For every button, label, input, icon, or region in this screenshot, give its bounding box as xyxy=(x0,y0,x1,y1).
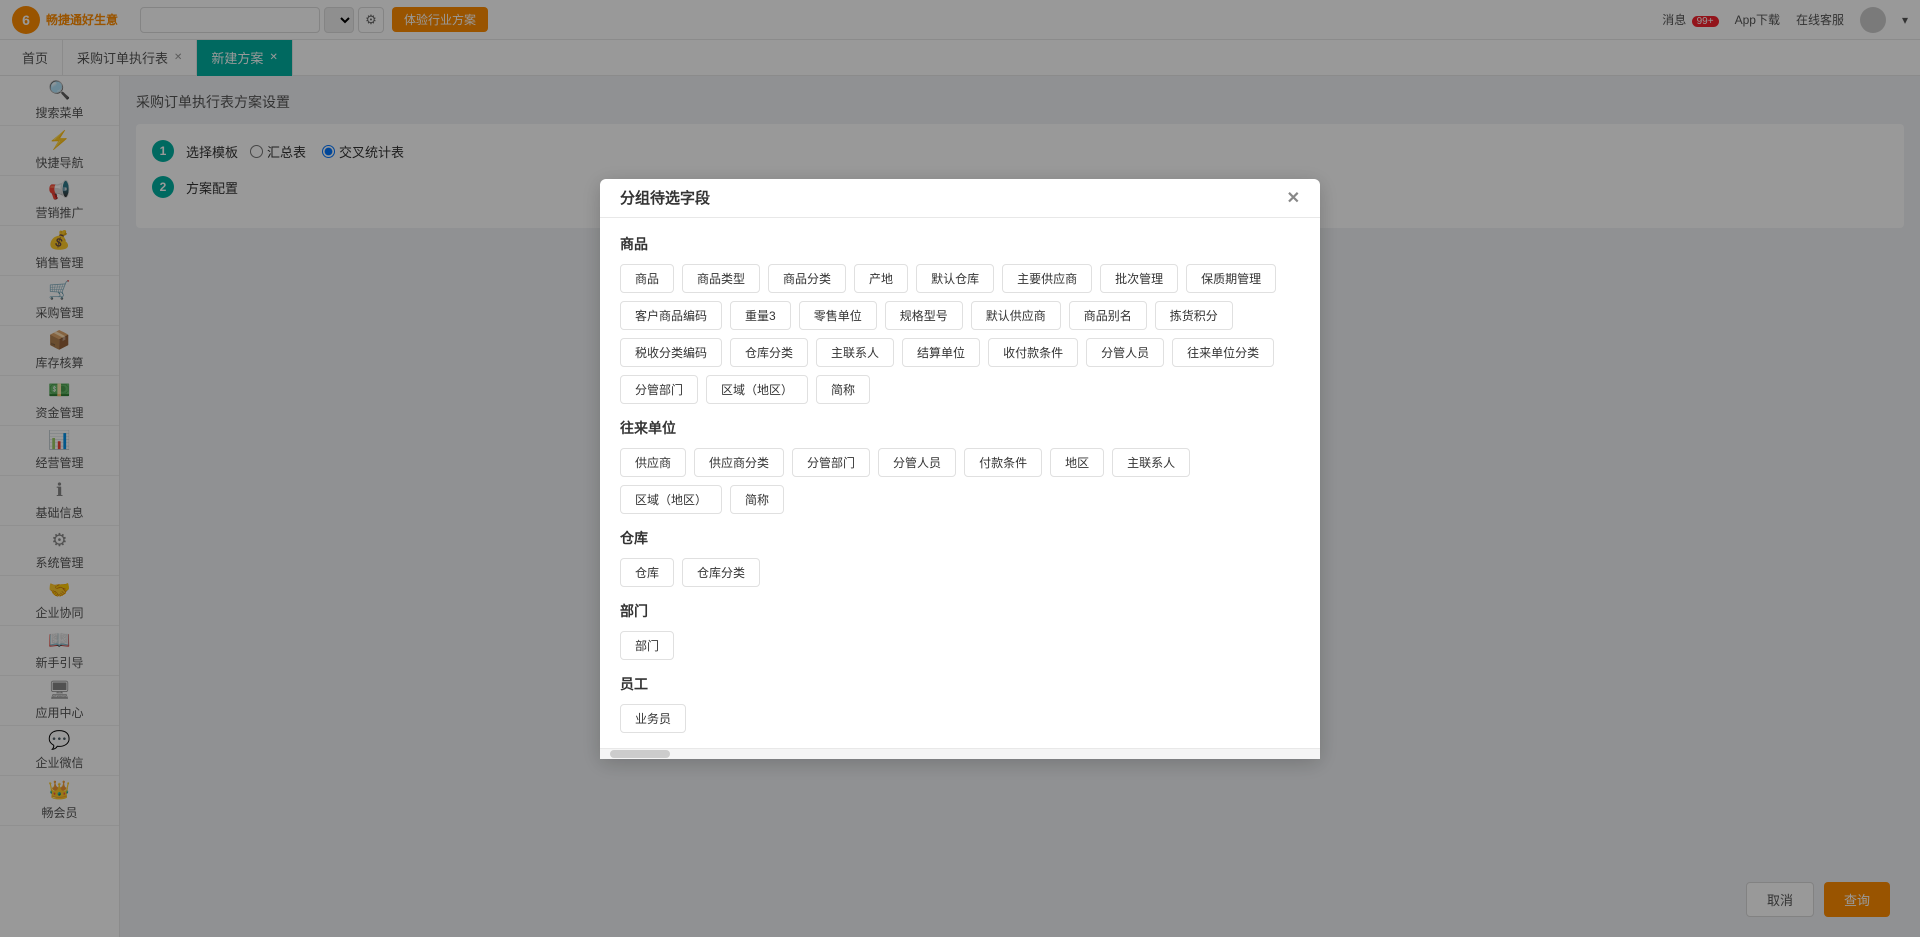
modal-header: 分组待选字段 ✕ xyxy=(600,179,1320,219)
modal-scrollbar-x[interactable] xyxy=(600,748,1320,758)
field-tag-goods-23[interactable]: 区域（地区） xyxy=(706,375,808,404)
modal-close-button[interactable]: ✕ xyxy=(1287,188,1300,208)
field-tag-partner-0[interactable]: 供应商 xyxy=(620,448,686,477)
field-tag-warehouse-0[interactable]: 仓库 xyxy=(620,558,674,587)
field-tag-goods-16[interactable]: 仓库分类 xyxy=(730,338,808,367)
field-tag-goods-0[interactable]: 商品 xyxy=(620,264,674,293)
field-tag-goods-10[interactable]: 零售单位 xyxy=(799,301,877,330)
field-tag-goods-19[interactable]: 收付款条件 xyxy=(988,338,1078,367)
field-tag-partner-6[interactable]: 主联系人 xyxy=(1112,448,1190,477)
field-grid-staff: 业务员 xyxy=(620,704,1300,733)
field-tag-goods-9[interactable]: 重量3 xyxy=(730,301,791,330)
field-select-modal: 分组待选字段 ✕ 商品 商品 商品类型 商品分类 产地 默认仓库 主要供应商 批… xyxy=(600,179,1320,759)
section-title-partner: 往来单位 xyxy=(620,418,1300,438)
field-tag-goods-18[interactable]: 结算单位 xyxy=(902,338,980,367)
field-tag-goods-6[interactable]: 批次管理 xyxy=(1100,264,1178,293)
field-grid-goods: 商品 商品类型 商品分类 产地 默认仓库 主要供应商 批次管理 保质期管理 客户… xyxy=(620,264,1300,404)
field-tag-partner-4[interactable]: 付款条件 xyxy=(964,448,1042,477)
field-grid-partner: 供应商 供应商分类 分管部门 分管人员 付款条件 地区 主联系人 区域（地区） … xyxy=(620,448,1300,514)
field-tag-partner-8[interactable]: 简称 xyxy=(730,485,784,514)
field-tag-partner-3[interactable]: 分管人员 xyxy=(878,448,956,477)
field-tag-partner-1[interactable]: 供应商分类 xyxy=(694,448,784,477)
section-title-goods: 商品 xyxy=(620,234,1300,254)
field-tag-partner-7[interactable]: 区域（地区） xyxy=(620,485,722,514)
field-tag-dept-0[interactable]: 部门 xyxy=(620,631,674,660)
field-tag-warehouse-1[interactable]: 仓库分类 xyxy=(682,558,760,587)
field-tag-goods-2[interactable]: 商品分类 xyxy=(768,264,846,293)
field-tag-goods-5[interactable]: 主要供应商 xyxy=(1002,264,1092,293)
section-title-dept: 部门 xyxy=(620,601,1300,621)
modal-body[interactable]: 商品 商品 商品类型 商品分类 产地 默认仓库 主要供应商 批次管理 保质期管理… xyxy=(600,218,1320,748)
field-tag-goods-24[interactable]: 简称 xyxy=(816,375,870,404)
field-tag-goods-14[interactable]: 拣货积分 xyxy=(1155,301,1233,330)
modal-title: 分组待选字段 xyxy=(620,187,710,208)
field-tag-goods-8[interactable]: 客户商品编码 xyxy=(620,301,722,330)
field-tag-goods-12[interactable]: 默认供应商 xyxy=(971,301,1061,330)
section-title-warehouse: 仓库 xyxy=(620,528,1300,548)
field-grid-dept: 部门 xyxy=(620,631,1300,660)
section-title-staff: 员工 xyxy=(620,674,1300,694)
field-tag-staff-0[interactable]: 业务员 xyxy=(620,704,686,733)
field-tag-goods-13[interactable]: 商品别名 xyxy=(1069,301,1147,330)
field-tag-goods-3[interactable]: 产地 xyxy=(854,264,908,293)
field-tag-goods-11[interactable]: 规格型号 xyxy=(885,301,963,330)
field-tag-partner-2[interactable]: 分管部门 xyxy=(792,448,870,477)
field-grid-warehouse: 仓库 仓库分类 xyxy=(620,558,1300,587)
field-tag-partner-5[interactable]: 地区 xyxy=(1050,448,1104,477)
field-tag-goods-4[interactable]: 默认仓库 xyxy=(916,264,994,293)
modal-overlay: 分组待选字段 ✕ 商品 商品 商品类型 商品分类 产地 默认仓库 主要供应商 批… xyxy=(0,0,1920,937)
field-tag-goods-1[interactable]: 商品类型 xyxy=(682,264,760,293)
field-tag-goods-20[interactable]: 分管人员 xyxy=(1086,338,1164,367)
field-tag-goods-21[interactable]: 往来单位分类 xyxy=(1172,338,1274,367)
field-tag-goods-7[interactable]: 保质期管理 xyxy=(1186,264,1276,293)
field-tag-goods-17[interactable]: 主联系人 xyxy=(816,338,894,367)
field-tag-goods-15[interactable]: 税收分类编码 xyxy=(620,338,722,367)
field-tag-goods-22[interactable]: 分管部门 xyxy=(620,375,698,404)
